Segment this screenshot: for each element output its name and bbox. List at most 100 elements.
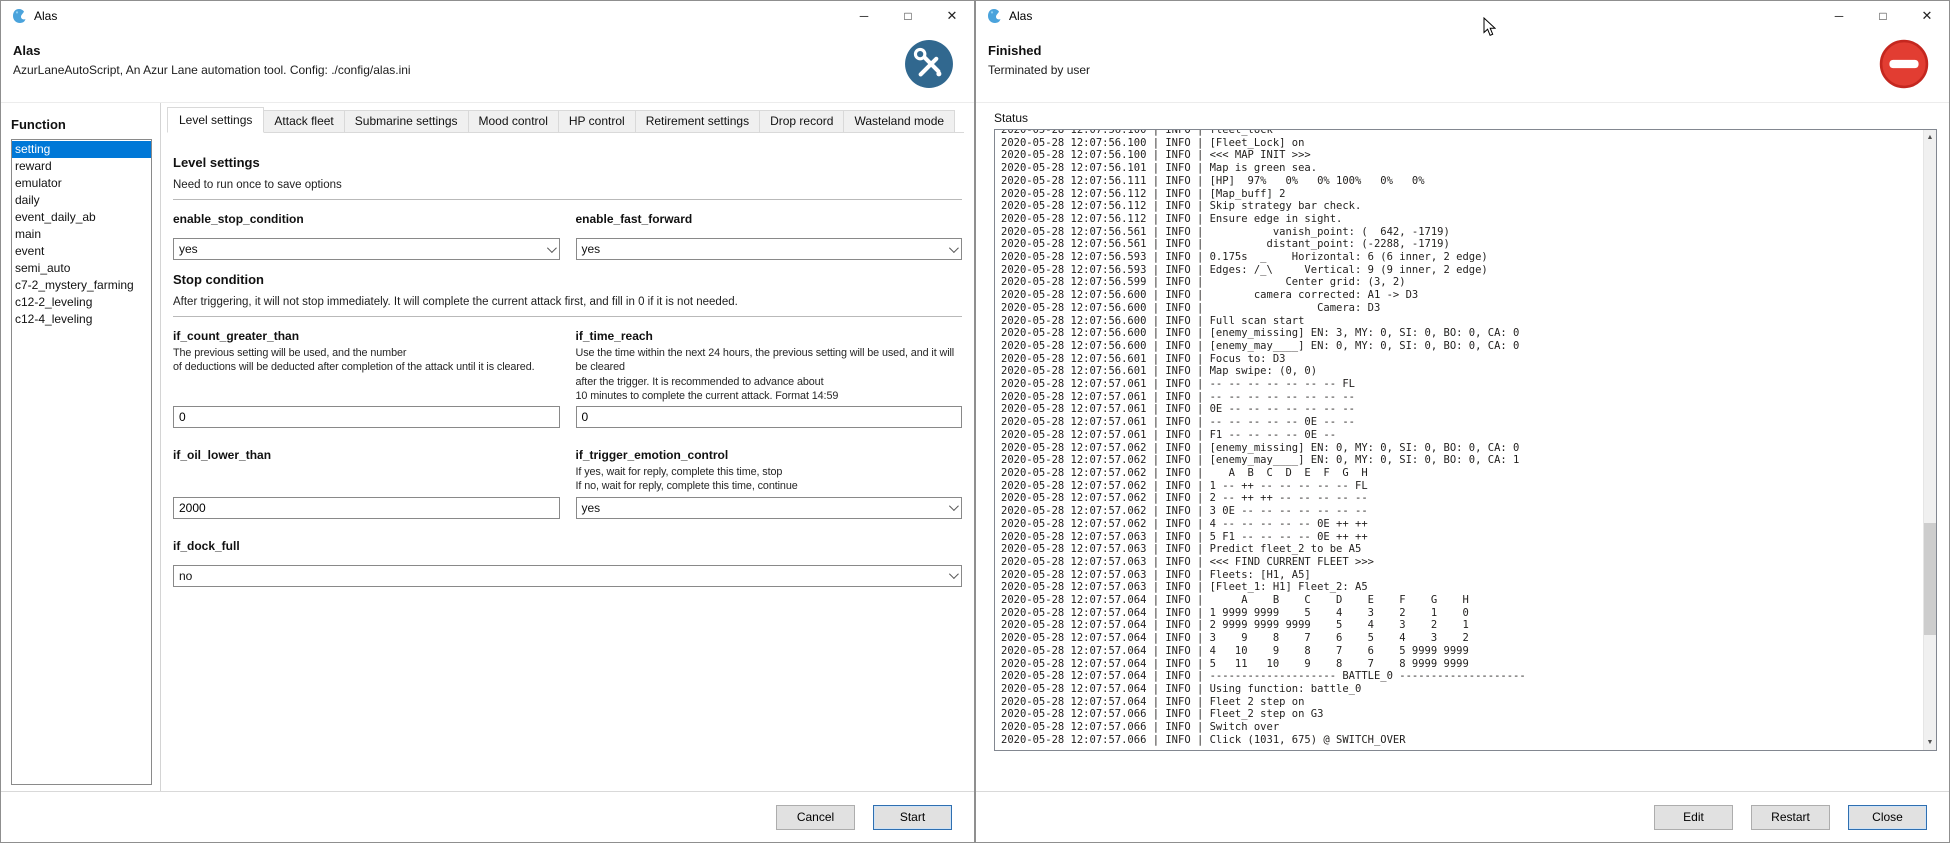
log-content[interactable]: 2020-05-28 12:07:56.100 | INFO | fleet_l… xyxy=(995,129,1923,750)
maximize-button[interactable]: □ xyxy=(1861,1,1905,31)
mouse-cursor xyxy=(1483,17,1496,42)
section-title: Stop condition xyxy=(173,272,962,287)
log-line: 2020-05-28 12:07:57.064 | INFO | -------… xyxy=(1001,670,1923,683)
sidebar-item-daily[interactable]: daily xyxy=(12,192,151,209)
log-line: 2020-05-28 12:07:57.064 | INFO | Using f… xyxy=(1001,683,1923,696)
alas-settings-window: Alas ─ □ ✕ Alas AzurLaneAutoScript, An A… xyxy=(0,0,975,843)
scroll-down-icon[interactable]: ▼ xyxy=(1924,735,1936,750)
select-value: yes xyxy=(582,501,601,515)
sidebar-item-c12-4_leveling[interactable]: c12-4_leveling xyxy=(12,311,151,328)
scroll-up-icon[interactable]: ▲ xyxy=(1924,130,1936,145)
alas-logo-icon xyxy=(11,8,27,24)
section-divider xyxy=(173,316,962,317)
log-line: 2020-05-28 12:07:56.601 | INFO | Map swi… xyxy=(1001,365,1923,378)
start-button[interactable]: Start xyxy=(873,805,952,830)
window-title: Alas xyxy=(1009,9,1032,23)
maximize-button[interactable]: □ xyxy=(886,1,930,31)
settings-form: Level settingsNeed to run once to save o… xyxy=(167,133,964,791)
minimize-button[interactable]: ─ xyxy=(1817,1,1861,31)
close-button[interactable]: ✕ xyxy=(930,1,974,31)
titlebar[interactable]: Alas ─ □ ✕ xyxy=(1,1,974,31)
close-button[interactable]: ✕ xyxy=(1905,1,1949,31)
log-line: 2020-05-28 12:07:56.112 | INFO | Ensure … xyxy=(1001,213,1923,226)
log-line: 2020-05-28 12:07:56.593 | INFO | 0.175s … xyxy=(1001,251,1923,264)
sidebar-item-main[interactable]: main xyxy=(12,226,151,243)
tab-attack-fleet[interactable]: Attack fleet xyxy=(263,110,344,132)
restart-button[interactable]: Restart xyxy=(1751,805,1830,830)
log-line: 2020-05-28 12:07:56.600 | INFO | Camera:… xyxy=(1001,302,1923,315)
if_count_greater_than-input[interactable] xyxy=(173,406,560,428)
tab-mood-control[interactable]: Mood control xyxy=(468,110,559,132)
alas-status-window: Alas ─ □ ✕ Finished Terminated by user S… xyxy=(975,0,1950,843)
log-line: 2020-05-28 12:07:56.101 | INFO | Map is … xyxy=(1001,162,1923,175)
scrollbar-thumb[interactable] xyxy=(1924,523,1936,635)
tab-bar: Level settingsAttack fleetSubmarine sett… xyxy=(167,107,964,133)
field-label: if_trigger_emotion_control xyxy=(576,448,963,462)
settings-body: Function settingrewardemulatordailyevent… xyxy=(1,103,974,791)
sidebar-item-setting[interactable]: setting xyxy=(12,141,151,158)
log-line: 2020-05-28 12:07:57.064 | INFO | 5 11 10… xyxy=(1001,658,1923,671)
fields-row: if_dock_fullno xyxy=(173,531,962,587)
edit-button[interactable]: Edit xyxy=(1654,805,1733,830)
tools-badge-icon xyxy=(904,39,954,89)
log-scrollbar[interactable]: ▲ ▼ xyxy=(1923,130,1936,750)
sidebar-item-semi_auto[interactable]: semi_auto xyxy=(12,260,151,277)
log-line: 2020-05-28 12:07:57.061 | INFO | 0E -- -… xyxy=(1001,403,1923,416)
field-help: Use the time within the next 24 hours, t… xyxy=(576,346,963,403)
log-line: 2020-05-28 12:07:56.599 | INFO | Center … xyxy=(1001,276,1923,289)
tab-wasteland-mode[interactable]: Wasteland mode xyxy=(843,110,955,132)
if_oil_lower_than-input[interactable] xyxy=(173,497,560,519)
log-line: 2020-05-28 12:07:57.063 | INFO | 5 F1 --… xyxy=(1001,531,1923,544)
tab-retirement-settings[interactable]: Retirement settings xyxy=(635,110,760,132)
log-line: 2020-05-28 12:07:56.111 | INFO | [HP] 97… xyxy=(1001,175,1923,188)
log-line: 2020-05-28 12:07:56.600 | INFO | Full sc… xyxy=(1001,315,1923,328)
status-label: Status xyxy=(994,111,1937,125)
if_dock_full-select[interactable]: no xyxy=(173,565,962,587)
sidebar-item-reward[interactable]: reward xyxy=(12,158,151,175)
log-line: 2020-05-28 12:07:57.062 | INFO | 2 -- ++… xyxy=(1001,492,1923,505)
log-line: 2020-05-28 12:07:57.063 | INFO | <<< FIN… xyxy=(1001,556,1923,569)
minimize-button[interactable]: ─ xyxy=(842,1,886,31)
close-button[interactable]: Close xyxy=(1848,805,1927,830)
titlebar[interactable]: Alas ─ □ ✕ xyxy=(976,1,1949,31)
sidebar-item-c12-2_leveling[interactable]: c12-2_leveling xyxy=(12,294,151,311)
tab-submarine-settings[interactable]: Submarine settings xyxy=(344,110,469,132)
status-subtitle: Terminated by user xyxy=(988,63,1937,77)
field-label: if_count_greater_than xyxy=(173,329,560,343)
if_trigger_emotion_control-select[interactable]: yes xyxy=(576,497,963,519)
log-line: 2020-05-28 12:07:57.064 | INFO | Fleet 2… xyxy=(1001,696,1923,709)
tab-hp-control[interactable]: HP control xyxy=(558,110,636,132)
log-line: 2020-05-28 12:07:57.066 | INFO | Fleet_2… xyxy=(1001,708,1923,721)
tab-drop-record[interactable]: Drop record xyxy=(759,110,844,132)
enable_stop_condition-select[interactable]: yes xyxy=(173,238,560,260)
sidebar-item-event_daily_ab[interactable]: event_daily_ab xyxy=(12,209,151,226)
log-line: 2020-05-28 12:07:57.062 | INFO | 3 0E --… xyxy=(1001,505,1923,518)
field-help: If yes, wait for reply, complete this ti… xyxy=(576,465,963,494)
settings-main: Level settingsAttack fleetSubmarine sett… xyxy=(161,103,974,791)
function-listbox[interactable]: settingrewardemulatordailyevent_daily_ab… xyxy=(11,139,152,785)
tab-level-settings[interactable]: Level settings xyxy=(167,107,264,133)
sidebar-item-emulator[interactable]: emulator xyxy=(12,175,151,192)
section-subtitle: After triggering, it will not stop immed… xyxy=(173,296,962,308)
log-line: 2020-05-28 12:07:56.100 | INFO | fleet_l… xyxy=(1001,129,1923,137)
field-label: if_oil_lower_than xyxy=(173,448,560,462)
status-header: Finished Terminated by user xyxy=(976,31,1949,103)
log-line: 2020-05-28 12:07:57.063 | INFO | Predict… xyxy=(1001,543,1923,556)
cancel-button[interactable]: Cancel xyxy=(776,805,855,830)
status-title: Finished xyxy=(988,43,1937,58)
form-section: Level settingsNeed to run once to save o… xyxy=(173,155,962,200)
log-line: 2020-05-28 12:07:57.064 | INFO | A B C D… xyxy=(1001,594,1923,607)
field-if_oil_lower_than: if_oil_lower_than xyxy=(173,440,560,519)
enable_fast_forward-select[interactable]: yes xyxy=(576,238,963,260)
sidebar-item-event[interactable]: event xyxy=(12,243,151,260)
log-line: 2020-05-28 12:07:56.112 | INFO | Skip st… xyxy=(1001,200,1923,213)
caption-buttons: ─ □ ✕ xyxy=(1817,1,1949,31)
scrollbar-track[interactable] xyxy=(1924,145,1936,735)
select-value: no xyxy=(179,569,192,583)
log-line: 2020-05-28 12:07:57.064 | INFO | 2 9999 … xyxy=(1001,619,1923,632)
log-line: 2020-05-28 12:07:56.600 | INFO | [enemy_… xyxy=(1001,340,1923,353)
caption-buttons: ─ □ ✕ xyxy=(842,1,974,31)
field-label: if_time_reach xyxy=(576,329,963,343)
if_time_reach-input[interactable] xyxy=(576,406,963,428)
sidebar-item-c7-2_mystery_farming[interactable]: c7-2_mystery_farming xyxy=(12,277,151,294)
